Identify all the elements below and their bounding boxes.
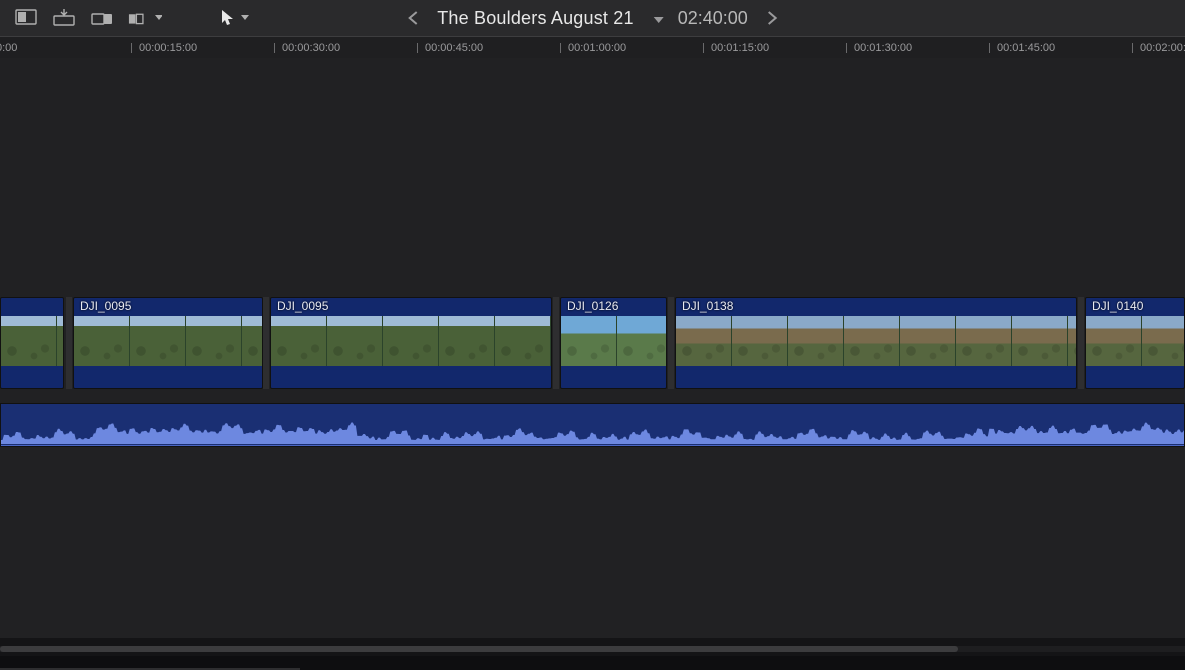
clip-thumbnails xyxy=(561,316,666,366)
ruler-tick-label: 0:00 xyxy=(0,42,17,54)
video-clip[interactable]: DJI_0095 xyxy=(73,297,263,389)
video-clip[interactable]: DJI_0140 xyxy=(1085,297,1185,389)
clip-thumbnails xyxy=(1,316,63,366)
horizontal-scrollbar-track[interactable] xyxy=(0,646,1185,652)
ruler-tick-label: 00:01:45:00 xyxy=(997,42,1055,54)
video-clip[interactable] xyxy=(0,297,64,389)
clip-gap xyxy=(668,297,674,389)
clip-label: DJI_0095 xyxy=(277,299,328,313)
audio-track-clip[interactable]: ers xyxy=(0,403,1185,447)
chevron-down-icon xyxy=(155,15,162,21)
next-edit-button[interactable] xyxy=(766,11,780,25)
append-clip-button[interactable] xyxy=(90,8,114,28)
ruler-tick-label: 00:00:45:00 xyxy=(425,42,483,54)
chevron-down-icon xyxy=(241,15,249,21)
video-clip[interactable]: DJI_0095 xyxy=(270,297,552,389)
project-name: The Boulders August 21 xyxy=(437,8,634,29)
timeline-scroll-area xyxy=(0,638,1185,670)
ruler-tick-label: 00:01:15:00 xyxy=(711,42,769,54)
ruler-tick-label: 00:02:00:00 xyxy=(1140,42,1185,54)
select-tool-button[interactable] xyxy=(220,8,250,28)
clip-gap xyxy=(553,297,559,389)
clip-label: DJI_0138 xyxy=(682,299,733,313)
clip-thumbnails xyxy=(74,316,262,366)
clip-gap xyxy=(66,297,72,389)
clip-label: DJI_0126 xyxy=(567,299,618,313)
audio-waveform xyxy=(1,422,1184,444)
clip-thumbnails xyxy=(271,316,551,366)
prev-edit-button[interactable] xyxy=(405,11,419,25)
ruler-tick-label: 00:01:30:00 xyxy=(854,42,912,54)
project-title-block[interactable]: The Boulders August 21 02:40:00 xyxy=(437,8,748,29)
clip-label: DJI_0140 xyxy=(1092,299,1143,313)
clip-gap xyxy=(263,297,269,389)
video-clip[interactable]: DJI_0126 xyxy=(560,297,667,389)
index-button[interactable] xyxy=(14,8,38,28)
horizontal-scrollbar-thumb[interactable] xyxy=(0,646,958,652)
clip-thumbnails xyxy=(1086,316,1184,366)
ruler-tick-label: 00:01:00:00 xyxy=(568,42,626,54)
timeline-ruler[interactable]: 0:00 00:00:15:00 00:00:30:00 00:00:45:00 00:… xyxy=(0,36,1185,58)
toolbar-left-group xyxy=(0,8,250,28)
clip-label: DJI_0095 xyxy=(80,299,131,313)
video-clip[interactable]: DJI_0138 xyxy=(675,297,1077,389)
clip-thumbnails xyxy=(676,316,1076,366)
timeline-toolbar: The Boulders August 21 02:40:00 xyxy=(0,0,1185,36)
ruler-tick-label: 00:00:30:00 xyxy=(282,42,340,54)
timeline-canvas[interactable]: DJI_0095 DJI_0095 DJI_0126 DJI_0138 DJI_0140… xyxy=(0,58,1185,638)
insert-clip-button[interactable] xyxy=(52,8,76,28)
bottom-strip xyxy=(0,656,1185,670)
toolbar-center-group: The Boulders August 21 02:40:00 xyxy=(405,8,780,29)
overwrite-clip-button[interactable] xyxy=(128,8,162,28)
clip-gap xyxy=(1078,297,1084,389)
chevron-down-icon xyxy=(654,17,664,24)
timecode-display[interactable]: 02:40:00 xyxy=(678,8,748,29)
ruler-tick-label: 00:00:15:00 xyxy=(139,42,197,54)
